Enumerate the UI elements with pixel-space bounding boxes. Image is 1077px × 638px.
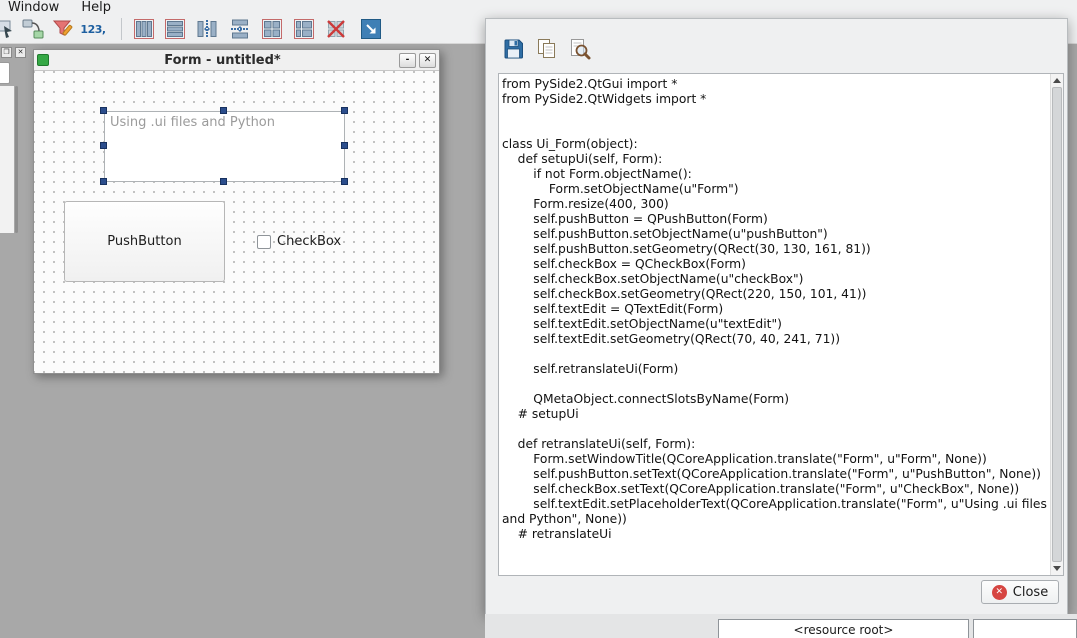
selection-handle[interactable] <box>100 107 107 114</box>
selection-handle[interactable] <box>100 142 107 149</box>
form-window-titlebar[interactable]: Form - untitled* - ✕ <box>34 50 439 71</box>
selection-handle[interactable] <box>341 107 348 114</box>
checkbox-widget[interactable]: CheckBox <box>254 221 355 262</box>
dock-float-icon[interactable]: ❐ <box>1 47 12 58</box>
selection-handle[interactable] <box>220 178 227 185</box>
scroll-down-icon[interactable] <box>1051 562 1063 575</box>
close-button-label: Close <box>1013 585 1048 600</box>
textedit-placeholder: Using .ui files and Python <box>110 115 275 130</box>
code-preview-dialog: from PySide2.QtGui import * from PySide2… <box>485 18 1068 615</box>
edit-widgets-button[interactable] <box>0 16 18 42</box>
edit-buddies-icon <box>51 17 75 41</box>
selection-handle[interactable] <box>100 178 107 185</box>
copy-button[interactable] <box>533 35 561 63</box>
copy-icon <box>535 37 559 61</box>
resource-browser-panel[interactable] <box>973 619 1077 638</box>
menu-bar: Window Help <box>0 0 1077 14</box>
find-icon <box>568 37 592 61</box>
widgetbox-scrollbar[interactable] <box>15 86 18 233</box>
resource-root-label: <resource root> <box>794 623 894 637</box>
textedit-widget[interactable]: Using .ui files and Python <box>104 111 345 182</box>
menu-item-help[interactable]: Help <box>63 0 111 14</box>
lay-out-vertically-in-splitter-button[interactable] <box>227 16 253 42</box>
lay-out-vertically-in-splitter-icon <box>228 17 252 41</box>
lay-out-horizontally-icon <box>132 17 156 41</box>
adjust-size-icon <box>359 17 383 41</box>
lay-out-horizontally-in-splitter-icon <box>195 17 219 41</box>
edit-signals-slots-icon <box>21 17 45 41</box>
save-button[interactable] <box>500 35 528 63</box>
lay-out-horizontally-button[interactable] <box>131 16 157 42</box>
lay-out-vertically-button[interactable] <box>162 16 188 42</box>
edit-tab-order-icon: 123, <box>80 23 105 36</box>
lay-out-in-a-grid-button[interactable] <box>259 16 285 42</box>
close-window-button[interactable]: ✕ <box>419 53 436 68</box>
pushbutton-label: PushButton <box>107 234 181 249</box>
close-circle-icon: ✕ <box>992 585 1007 600</box>
form-window-title: Form - untitled* <box>49 53 396 68</box>
form-window-icon <box>37 54 49 66</box>
selection-handle[interactable] <box>341 178 348 185</box>
lay-out-in-a-form-layout-button[interactable] <box>291 16 317 42</box>
widgetbox-filter-fragment[interactable] <box>0 62 10 84</box>
code-view[interactable]: from PySide2.QtGui import * from PySide2… <box>499 74 1050 575</box>
minimize-button[interactable]: - <box>399 53 416 68</box>
edit-buddies-button[interactable] <box>50 16 76 42</box>
widgetbox-panel-fragment <box>0 86 14 233</box>
code-view-frame: from PySide2.QtGui import * from PySide2… <box>498 73 1064 576</box>
selection-handle[interactable] <box>341 142 348 149</box>
checkbox-indicator[interactable] <box>257 235 271 249</box>
form-canvas[interactable]: Using .ui files and Python PushButton Ch… <box>34 71 439 373</box>
dock-close-icon[interactable]: ✕ <box>15 47 26 58</box>
scrollbar-handle[interactable] <box>1052 87 1062 562</box>
edit-widgets-icon <box>0 17 17 41</box>
checkbox-label: CheckBox <box>277 234 341 249</box>
resource-browser-fragment: <resource root> <box>485 614 1077 638</box>
lay-out-vertically-icon <box>163 17 187 41</box>
break-layout-button[interactable] <box>323 16 349 42</box>
scroll-up-icon[interactable] <box>1051 74 1063 87</box>
break-layout-icon <box>324 17 348 41</box>
close-button[interactable]: ✕ Close <box>981 580 1059 604</box>
lay-out-in-a-grid-icon <box>260 17 284 41</box>
find-button[interactable] <box>566 35 594 63</box>
save-icon <box>502 37 526 61</box>
adjust-size-button[interactable] <box>358 16 384 42</box>
dock-titlebar-fragment: ❐ ✕ <box>1 47 26 58</box>
edit-tab-order-button[interactable]: 123, <box>80 16 106 42</box>
selection-handle[interactable] <box>220 107 227 114</box>
edit-signals-slots-button[interactable] <box>20 16 46 42</box>
lay-out-in-a-form-layout-icon <box>292 17 316 41</box>
code-scrollbar[interactable] <box>1050 74 1063 575</box>
resource-root-item[interactable]: <resource root> <box>718 619 969 638</box>
pushbutton-widget[interactable]: PushButton <box>64 201 225 282</box>
form-editor-window: Form - untitled* - ✕ Using .ui files and… <box>33 49 440 374</box>
toolbar-separator <box>121 18 122 40</box>
lay-out-horizontally-in-splitter-button[interactable] <box>194 16 220 42</box>
menu-item-window[interactable]: Window <box>0 0 59 14</box>
